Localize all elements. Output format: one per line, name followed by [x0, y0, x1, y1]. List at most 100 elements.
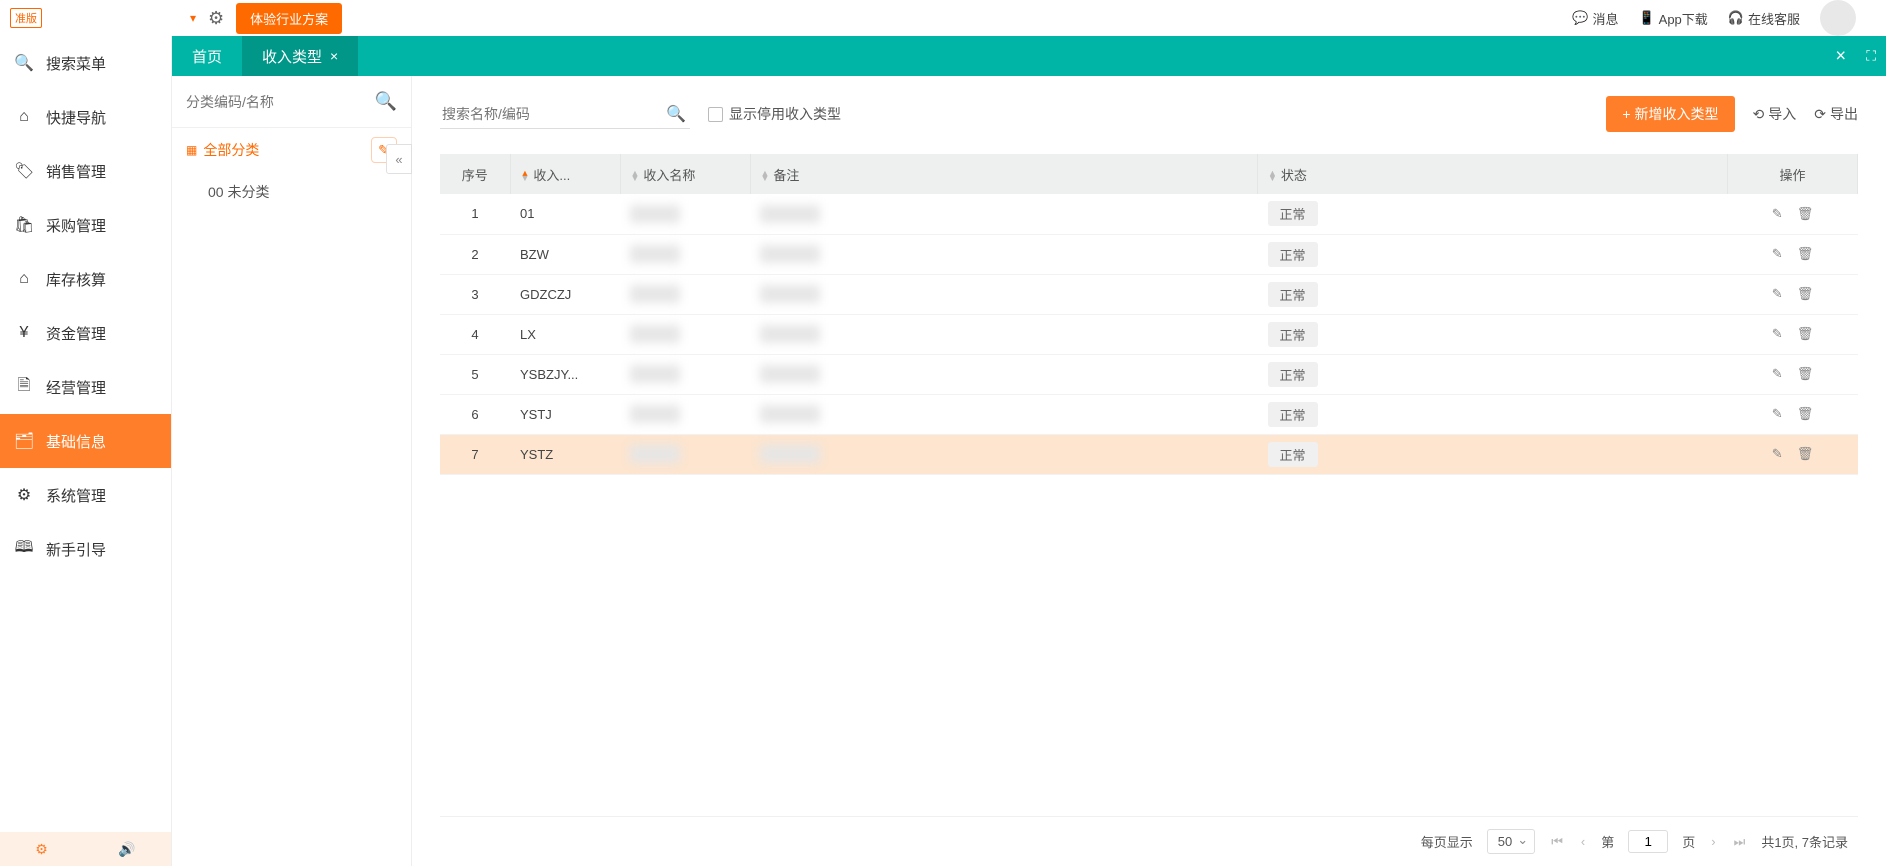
- sort-icon[interactable]: [631, 171, 640, 181]
- prev-page-button[interactable]: ‹: [1579, 834, 1587, 849]
- delete-row-button[interactable]: 🗑: [1797, 446, 1814, 462]
- cell-name: — —: [620, 434, 750, 474]
- tab-label: 收入类型: [262, 46, 322, 67]
- status-badge: 正常: [1268, 282, 1318, 307]
- book-icon: 🕮: [14, 536, 34, 563]
- experience-button[interactable]: 体验行业方案: [236, 3, 342, 34]
- collapse-button[interactable]: «: [386, 144, 412, 174]
- first-page-button[interactable]: ⏮: [1549, 834, 1565, 850]
- cell-ops: ✎🗑: [1728, 234, 1858, 274]
- sort-icon[interactable]: [1268, 171, 1277, 181]
- search-icon[interactable]: 🔍: [666, 104, 686, 124]
- per-page-select[interactable]: 50: [1487, 829, 1535, 854]
- next-page-button[interactable]: ›: [1709, 834, 1717, 849]
- chevron-down-icon[interactable]: ▾: [190, 11, 196, 25]
- table-row[interactable]: 2BZW— —— —正常✎🗑: [440, 234, 1858, 274]
- delete-row-button[interactable]: 🗑: [1797, 206, 1814, 222]
- category-item[interactable]: 00 未分类: [172, 172, 411, 212]
- delete-row-button[interactable]: 🗑: [1797, 326, 1814, 342]
- cell-status: 正常: [1258, 234, 1728, 274]
- sidebar-item-search[interactable]: 🔍搜索菜单: [0, 36, 171, 90]
- cell-name: — —: [620, 194, 750, 234]
- sidebar-item-purchase[interactable]: 🛍 采购管理: [0, 198, 171, 252]
- status-badge: 正常: [1268, 402, 1318, 427]
- panel-close-icon[interactable]: ×: [1835, 46, 1846, 67]
- sidebar-item-business[interactable]: 🗎经营管理: [0, 360, 171, 414]
- table-row[interactable]: 5YSBZJY...— —— —正常✎🗑: [440, 354, 1858, 394]
- edit-row-button[interactable]: ✎: [1772, 366, 1783, 382]
- sidebar-item-basic[interactable]: 🗂基础信息: [0, 414, 171, 468]
- delete-row-button[interactable]: 🗑: [1797, 246, 1814, 262]
- table-row[interactable]: 4LX— —— —正常✎🗑: [440, 314, 1858, 354]
- th-label: 序号: [462, 168, 488, 183]
- sidebar-item-funds[interactable]: ¥资金管理: [0, 306, 171, 360]
- fullscreen-icon[interactable]: ⛶: [1866, 48, 1876, 65]
- edit-row-button[interactable]: ✎: [1772, 286, 1783, 302]
- table-row[interactable]: 6YSTJ— —— —正常✎🗑: [440, 394, 1858, 434]
- show-disabled-checkbox[interactable]: 显示停用收入类型: [708, 104, 841, 124]
- cell-code: 01: [510, 194, 620, 234]
- th-status[interactable]: 状态: [1258, 154, 1728, 194]
- tabs-bar: 首页 收入类型 × × ⛶: [172, 36, 1886, 76]
- tab-income-type[interactable]: 收入类型 ×: [242, 36, 358, 76]
- sidebar-item-guide[interactable]: 🕮新手引导: [0, 522, 171, 576]
- bag-icon: 🛍: [14, 215, 34, 235]
- page-prefix: 第: [1601, 832, 1614, 851]
- table-row[interactable]: 3GDZCZJ— —— —正常✎🗑: [440, 274, 1858, 314]
- sidebar-item-sales[interactable]: 🏷销售管理: [0, 144, 171, 198]
- import-icon: ⟲: [1753, 106, 1765, 123]
- sidebar-label: 基础信息: [46, 431, 106, 452]
- cell-ops: ✎🗑: [1728, 194, 1858, 234]
- sidebar-footer: ⚙ 🔊: [0, 832, 171, 866]
- delete-row-button[interactable]: 🗑: [1797, 406, 1814, 422]
- category-all[interactable]: ▦ 全部分类 ✎: [172, 128, 411, 172]
- new-income-type-button[interactable]: +新增收入类型: [1606, 96, 1734, 132]
- sort-icon[interactable]: [761, 171, 770, 181]
- edition-badge: 准版: [10, 8, 42, 28]
- category-search-input[interactable]: [186, 94, 375, 110]
- plus-icon: +: [1622, 106, 1630, 122]
- money-icon: ¥: [14, 324, 34, 342]
- sound-icon[interactable]: 🔊: [118, 841, 135, 858]
- sort-icon[interactable]: [521, 171, 530, 181]
- sidebar-item-inventory[interactable]: ⌂库存核算: [0, 252, 171, 306]
- close-icon[interactable]: ×: [330, 48, 338, 64]
- edit-row-button[interactable]: ✎: [1772, 206, 1783, 222]
- app-download-link[interactable]: 📱App下载: [1638, 9, 1707, 28]
- checkbox-icon[interactable]: [708, 107, 723, 122]
- status-badge: 正常: [1268, 362, 1318, 387]
- customer-service-link[interactable]: 🎧在线客服: [1728, 9, 1800, 28]
- gear-icon[interactable]: ⚙: [208, 8, 224, 29]
- edit-row-button[interactable]: ✎: [1772, 406, 1783, 422]
- search-input[interactable]: [440, 100, 690, 129]
- th-code[interactable]: 收入...: [510, 154, 620, 194]
- edit-row-button[interactable]: ✎: [1772, 326, 1783, 342]
- export-button[interactable]: ⟳导出: [1814, 104, 1858, 124]
- table-row[interactable]: 101— —— —正常✎🗑: [440, 194, 1858, 234]
- messages-link[interactable]: 💬消息: [1572, 9, 1618, 28]
- sidebar-item-shortcut[interactable]: ⌂快捷导航: [0, 90, 171, 144]
- toolbar: 🔍 显示停用收入类型 +新增收入类型 ⟲导入 ⟳导出: [440, 94, 1858, 134]
- edit-row-button[interactable]: ✎: [1772, 446, 1783, 462]
- page-input[interactable]: [1628, 830, 1668, 853]
- sidebar-item-system[interactable]: ⚙系统管理: [0, 468, 171, 522]
- import-button[interactable]: ⟲导入: [1753, 104, 1797, 124]
- avatar[interactable]: [1820, 0, 1856, 36]
- tab-home[interactable]: 首页: [172, 36, 242, 76]
- delete-row-button[interactable]: 🗑: [1797, 286, 1814, 302]
- cell-name: — —: [620, 314, 750, 354]
- search-icon[interactable]: 🔍: [375, 91, 397, 112]
- last-page-button[interactable]: ⏭: [1732, 834, 1748, 850]
- th-name[interactable]: 收入名称: [620, 154, 750, 194]
- cell-remark: — —: [750, 394, 1258, 434]
- sidebar-label: 采购管理: [46, 215, 106, 236]
- cell-code: YSTZ: [510, 434, 620, 474]
- settings-icon[interactable]: ⚙: [35, 841, 48, 858]
- edit-row-button[interactable]: ✎: [1772, 246, 1783, 262]
- th-seq[interactable]: 序号: [440, 154, 510, 194]
- delete-row-button[interactable]: 🗑: [1797, 366, 1814, 382]
- th-remark[interactable]: 备注: [750, 154, 1258, 194]
- cell-status: 正常: [1258, 354, 1728, 394]
- table-row[interactable]: 7YSTZ— —— —正常✎🗑: [440, 434, 1858, 474]
- messages-label: 消息: [1592, 9, 1618, 28]
